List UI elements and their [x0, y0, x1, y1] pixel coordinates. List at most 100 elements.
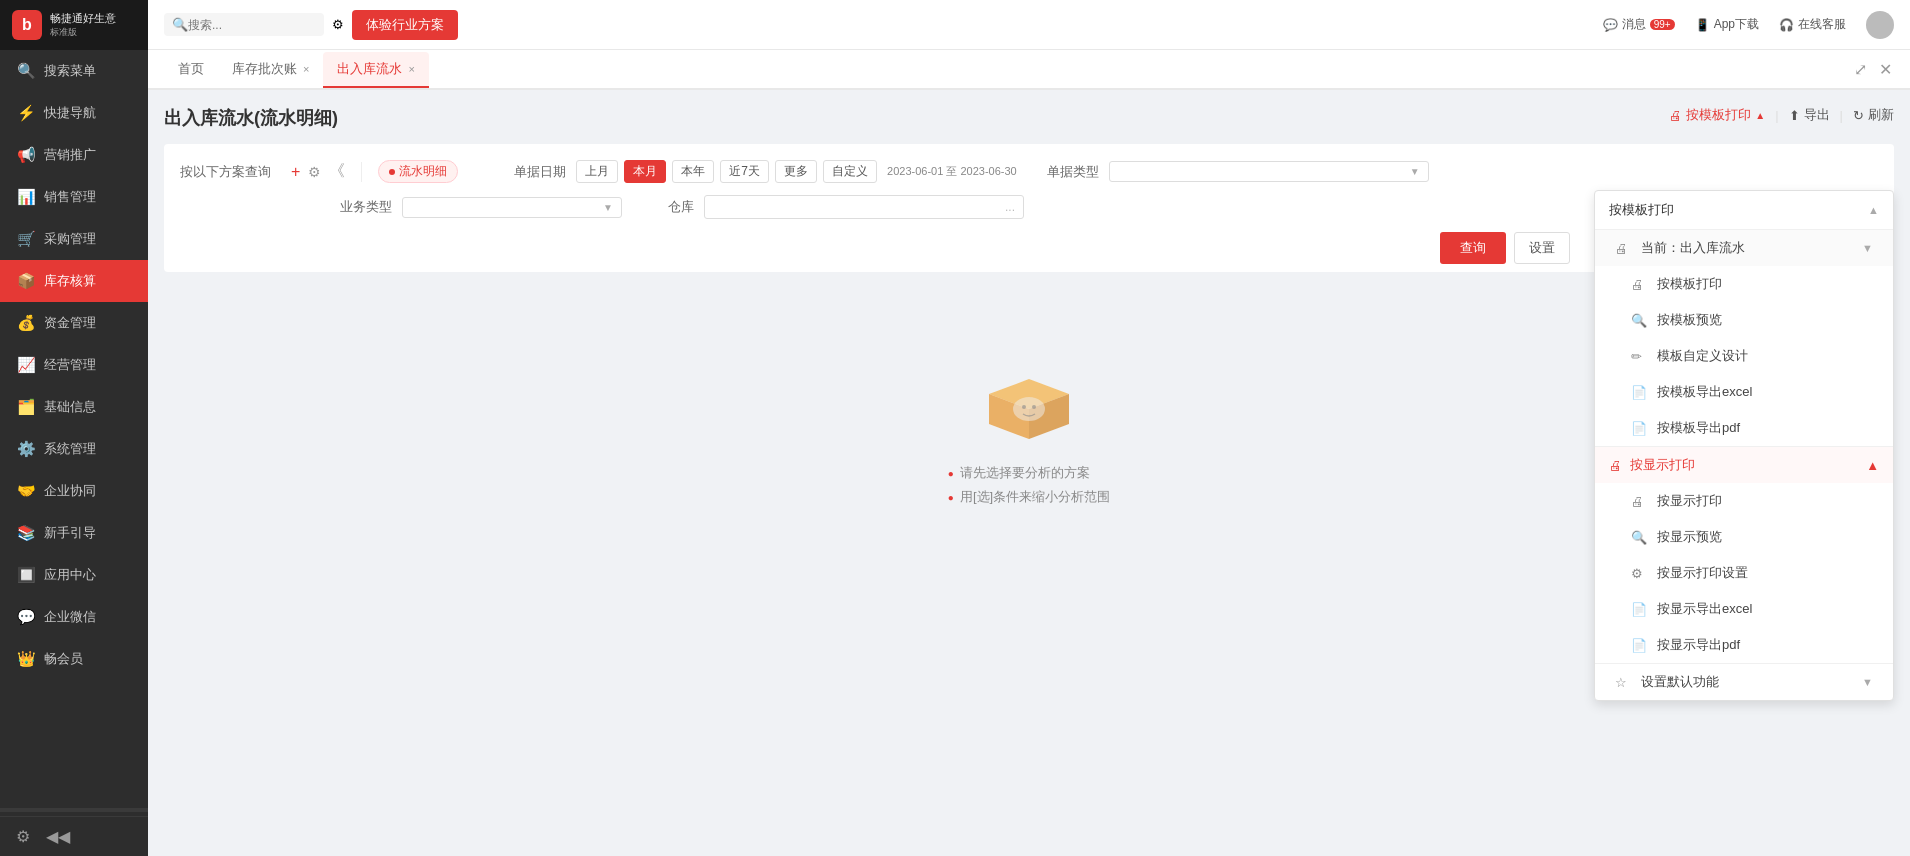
sidebar-collapse-icon[interactable]: ◀◀: [46, 827, 70, 846]
display-settings-icon: ⚙: [1631, 566, 1647, 581]
svg-point-4: [1022, 405, 1026, 409]
display-section-header[interactable]: 🖨 按显示打印 ▲: [1595, 447, 1893, 483]
display-excel-icon: 📄: [1631, 602, 1647, 617]
display-header-icon: 🖨: [1609, 458, 1622, 473]
chevron-up-icon: ▲: [1755, 110, 1765, 121]
print-template-btn[interactable]: 🖨 按模板打印 ▲: [1669, 106, 1765, 124]
query-btn[interactable]: 查询: [1440, 232, 1506, 264]
doc-type-arrow: ▼: [1410, 166, 1420, 177]
logo-area: b 畅捷通好生意 标准版: [0, 0, 148, 50]
display-header-label: 按显示打印: [1630, 456, 1695, 474]
template-excel-icon: 📄: [1631, 385, 1647, 400]
dropdown-template-print[interactable]: 🖨 按模板打印: [1595, 266, 1893, 302]
dropdown-display-print[interactable]: 🖨 按显示打印: [1595, 483, 1893, 519]
topbar-search-box[interactable]: 🔍: [164, 13, 324, 36]
sidebar-nav: 🔍 搜索菜单 ⚡ 快捷导航 📢 营销推广 📊 销售管理 🛒 采购管理 📦 库存核…: [0, 50, 148, 808]
user-avatar[interactable]: [1866, 11, 1894, 39]
dropdown-set-default[interactable]: ☆ 设置默认功能 ▼: [1595, 664, 1893, 700]
app-download-item[interactable]: 📱 App下载: [1695, 16, 1759, 33]
biz-type-label: 业务类型: [340, 198, 392, 216]
sidebar-item-purchase[interactable]: 🛒 采购管理: [0, 218, 148, 260]
tab-batch-close[interactable]: ×: [303, 64, 309, 75]
print-template-label: 按模板打印: [1686, 106, 1751, 124]
sidebar-item-system[interactable]: ⚙️ 系统管理: [0, 428, 148, 470]
date-this-month[interactable]: 本月: [624, 160, 666, 183]
doc-type-group: 单据类型 ▼: [1047, 161, 1878, 182]
export-icon: ⬆: [1789, 108, 1800, 123]
empty-illustration: [969, 344, 1089, 444]
refresh-icon: ↻: [1853, 108, 1864, 123]
date-last-month[interactable]: 上月: [576, 160, 618, 183]
tab-flow-close[interactable]: ×: [408, 64, 414, 75]
tab-home[interactable]: 首页: [164, 52, 218, 88]
sidebar-item-inventory[interactable]: 📦 库存核算: [0, 260, 148, 302]
topbar-settings-icon[interactable]: ⚙: [332, 17, 344, 32]
message-item[interactable]: 💬 消息 99+: [1603, 16, 1675, 33]
toolbar-divider-1: |: [1775, 108, 1778, 123]
display-settings-label: 按显示打印设置: [1657, 564, 1748, 582]
dropdown-display-excel[interactable]: 📄 按显示导出excel: [1595, 591, 1893, 627]
dropdown-template-excel[interactable]: 📄 按模板导出excel: [1595, 374, 1893, 410]
tab-close-btn[interactable]: ✕: [1877, 58, 1894, 81]
dropdown-display-preview[interactable]: 🔍 按显示预览: [1595, 519, 1893, 555]
sidebar-item-search[interactable]: 🔍 搜索菜单: [0, 50, 148, 92]
dropdown-current[interactable]: 🖨 当前：出入库流水 ▼: [1595, 230, 1893, 266]
sidebar-label-purchase: 采购管理: [44, 230, 96, 248]
online-service-item[interactable]: 🎧 在线客服: [1779, 16, 1846, 33]
sidebar-gear-icon[interactable]: ⚙: [16, 827, 30, 846]
trial-button[interactable]: 体验行业方案: [352, 10, 458, 40]
sidebar-item-sales[interactable]: 📊 销售管理: [0, 176, 148, 218]
warehouse-select[interactable]: ...: [704, 195, 1024, 219]
sidebar-item-finance[interactable]: 💰 资金管理: [0, 302, 148, 344]
sidebar-label-cooperation: 企业协同: [44, 482, 96, 500]
doc-type-label: 单据类型: [1047, 163, 1099, 181]
dropdown-panel: 按模板打印 ▲ 🖨 当前：出入库流水 ▼ 🖨 按模板打印 🔍 按模板预览: [1594, 190, 1894, 701]
export-btn[interactable]: ⬆ 导出: [1789, 106, 1830, 124]
biz-type-select[interactable]: ▼: [402, 197, 622, 218]
tab-flow-detail[interactable]: 出入库流水 ×: [323, 52, 428, 88]
sidebar-item-wechat[interactable]: 💬 企业微信: [0, 596, 148, 638]
filter-settings-btn2[interactable]: 设置: [1514, 232, 1570, 264]
sidebar-icon-system: ⚙️: [16, 439, 36, 459]
sidebar-item-guide[interactable]: 📚 新手引导: [0, 512, 148, 554]
date-7days[interactable]: 近7天: [720, 160, 769, 183]
sidebar-item-member[interactable]: 👑 畅会员: [0, 638, 148, 680]
sidebar-item-basic[interactable]: 🗂️ 基础信息: [0, 386, 148, 428]
template-section: 🖨 按模板打印 🔍 按模板预览 ✏ 模板自定义设计 📄 按模板导出excel 📄: [1595, 266, 1893, 447]
tab-batch-account[interactable]: 库存批次账 ×: [218, 52, 323, 88]
warehouse-more-icon[interactable]: ...: [1005, 200, 1015, 214]
topbar-search-input[interactable]: [188, 18, 308, 32]
date-this-year[interactable]: 本年: [672, 160, 714, 183]
filter-collapse-btn[interactable]: 《: [329, 161, 345, 182]
sidebar-item-app-center[interactable]: 🔲 应用中心: [0, 554, 148, 596]
filter-settings-btn[interactable]: ⚙: [308, 164, 321, 180]
doc-type-select[interactable]: ▼: [1109, 161, 1429, 182]
headset-icon: 🎧: [1779, 18, 1794, 32]
filter-add-btn[interactable]: +: [291, 163, 300, 181]
template-print-icon: 🖨: [1631, 277, 1647, 292]
dropdown-chevron-up[interactable]: ▲: [1868, 204, 1879, 216]
app-name: 畅捷通好生意: [50, 11, 116, 26]
date-custom[interactable]: 自定义: [823, 160, 877, 183]
sidebar-item-cooperation[interactable]: 🤝 企业协同: [0, 470, 148, 512]
template-print-label: 按模板打印: [1657, 275, 1722, 293]
dropdown-display-pdf[interactable]: 📄 按显示导出pdf: [1595, 627, 1893, 663]
filter-divider: [361, 162, 362, 182]
template-pdf-label: 按模板导出pdf: [1657, 419, 1740, 437]
sidebar-item-operations[interactable]: 📈 经营管理: [0, 344, 148, 386]
sidebar-icon-guide: 📚: [16, 523, 36, 543]
dropdown-template-custom[interactable]: ✏ 模板自定义设计: [1595, 338, 1893, 374]
dropdown-display-settings[interactable]: ⚙ 按显示打印设置: [1595, 555, 1893, 591]
sidebar-label-wechat: 企业微信: [44, 608, 96, 626]
sidebar-item-marketing[interactable]: 📢 营销推广: [0, 134, 148, 176]
message-badge: 99+: [1650, 19, 1675, 30]
dropdown-template-preview[interactable]: 🔍 按模板预览: [1595, 302, 1893, 338]
sidebar-item-quick-nav[interactable]: ⚡ 快捷导航: [0, 92, 148, 134]
sidebar: b 畅捷通好生意 标准版 🔍 搜索菜单 ⚡ 快捷导航 📢 营销推广 📊 销售管理…: [0, 0, 148, 856]
dropdown-template-pdf[interactable]: 📄 按模板导出pdf: [1595, 410, 1893, 446]
refresh-btn[interactable]: ↻ 刷新: [1853, 106, 1894, 124]
display-section: 🖨 按显示打印 🔍 按显示预览 ⚙ 按显示打印设置 📄 按显示导出excel 📄: [1595, 483, 1893, 664]
date-more[interactable]: 更多: [775, 160, 817, 183]
filter-actions: + ⚙ 《: [291, 161, 345, 182]
tab-maximize-btn[interactable]: ⤢: [1852, 58, 1869, 81]
